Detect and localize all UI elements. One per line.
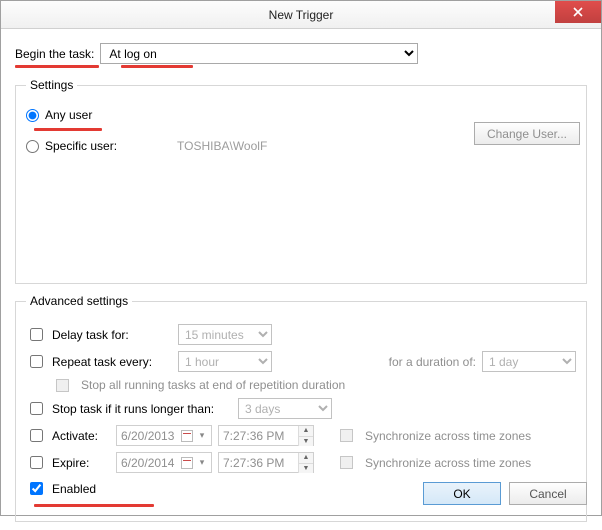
activate-date-input[interactable]: 6/20/2013 ▾ [116,425,212,446]
time-spinner[interactable]: ▲▼ [298,426,313,446]
delay-task-label: Delay task for: [52,328,172,342]
chevron-up-icon: ▲ [299,453,313,463]
stop-running-row: Stop all running tasks at end of repetit… [56,378,576,392]
advanced-legend: Advanced settings [26,294,132,308]
chevron-down-icon: ▼ [299,463,313,473]
enabled-label: Enabled [52,482,96,496]
specific-user-label: Specific user: [45,139,117,153]
annotation-underline [15,65,99,68]
sync-tz-label: Synchronize across time zones [365,429,531,443]
any-user-row: Any user [26,108,576,122]
any-user-radio[interactable] [26,109,39,122]
delay-task-select[interactable]: 15 minutes [178,324,272,345]
begin-task-select[interactable]: At log on [100,43,418,64]
annotation-underline [121,65,193,68]
activate-date-value: 6/20/2013 [121,429,174,443]
activate-time-value: 7:27:36 PM [219,429,298,443]
activate-row: Activate: 6/20/2013 ▾ 7:27:36 PM ▲▼ Sync… [26,425,576,446]
settings-group: Settings Any user Specific user: TOSHIBA… [15,78,587,284]
duration-select[interactable]: 1 day [482,351,576,372]
stop-if-longer-label: Stop task if it runs longer than: [52,402,232,416]
begin-task-label: Begin the task: [15,47,94,61]
calendar-icon [181,430,193,442]
cancel-button[interactable]: Cancel [509,482,587,505]
activate-checkbox[interactable] [30,429,43,442]
annotation-underline [34,504,154,507]
sync-tz-checkbox [340,456,353,469]
stop-running-label: Stop all running tasks at end of repetit… [81,378,345,392]
calendar-icon [181,457,193,469]
specific-user-value: TOSHIBA\WoolF [177,139,267,153]
close-button[interactable] [555,1,601,23]
activate-label: Activate: [52,429,110,443]
chevron-up-icon: ▲ [299,426,313,436]
activate-time-input[interactable]: 7:27:36 PM ▲▼ [218,425,314,446]
expire-row: Expire: 6/20/2014 ▾ 7:27:36 PM ▲▼ Synchr… [26,452,576,473]
window-title: New Trigger [269,8,334,22]
change-user-button[interactable]: Change User... [474,122,580,145]
stop-if-longer-row: Stop task if it runs longer than: 3 days [26,398,576,419]
duration-label: for a duration of: [389,355,476,369]
repeat-task-select[interactable]: 1 hour [178,351,272,372]
expire-date-input[interactable]: 6/20/2014 ▾ [116,452,212,473]
begin-task-row: Begin the task: At log on [15,43,587,64]
chevron-down-icon: ▾ [195,429,209,443]
close-icon [573,7,583,17]
expire-time-input[interactable]: 7:27:36 PM ▲▼ [218,452,314,473]
repeat-task-row: Repeat task every: 1 hour for a duration… [26,351,576,372]
repeat-task-label: Repeat task every: [52,355,172,369]
delay-task-row: Delay task for: 15 minutes [26,324,576,345]
specific-user-radio[interactable] [26,140,39,153]
titlebar: New Trigger [1,1,601,29]
ok-button[interactable]: OK [423,482,501,505]
settings-legend: Settings [26,78,77,92]
sync-tz-label: Synchronize across time zones [365,456,531,470]
stop-running-checkbox [56,379,69,392]
expire-time-value: 7:27:36 PM [219,456,298,470]
expire-date-value: 6/20/2014 [121,456,174,470]
stop-if-longer-checkbox[interactable] [30,402,43,415]
time-spinner[interactable]: ▲▼ [298,453,313,473]
expire-checkbox[interactable] [30,456,43,469]
expire-label: Expire: [52,456,110,470]
repeat-task-checkbox[interactable] [30,355,43,368]
annotation-underline [34,128,102,131]
delay-task-checkbox[interactable] [30,328,43,341]
dialog-content: Begin the task: At log on Settings Any u… [1,29,601,530]
enabled-checkbox[interactable] [30,482,43,495]
stop-if-longer-select[interactable]: 3 days [238,398,332,419]
any-user-label: Any user [45,108,92,122]
dialog-footer: OK Cancel [423,482,587,505]
sync-tz-checkbox [340,429,353,442]
chevron-down-icon: ▾ [195,456,209,470]
chevron-down-icon: ▼ [299,436,313,446]
